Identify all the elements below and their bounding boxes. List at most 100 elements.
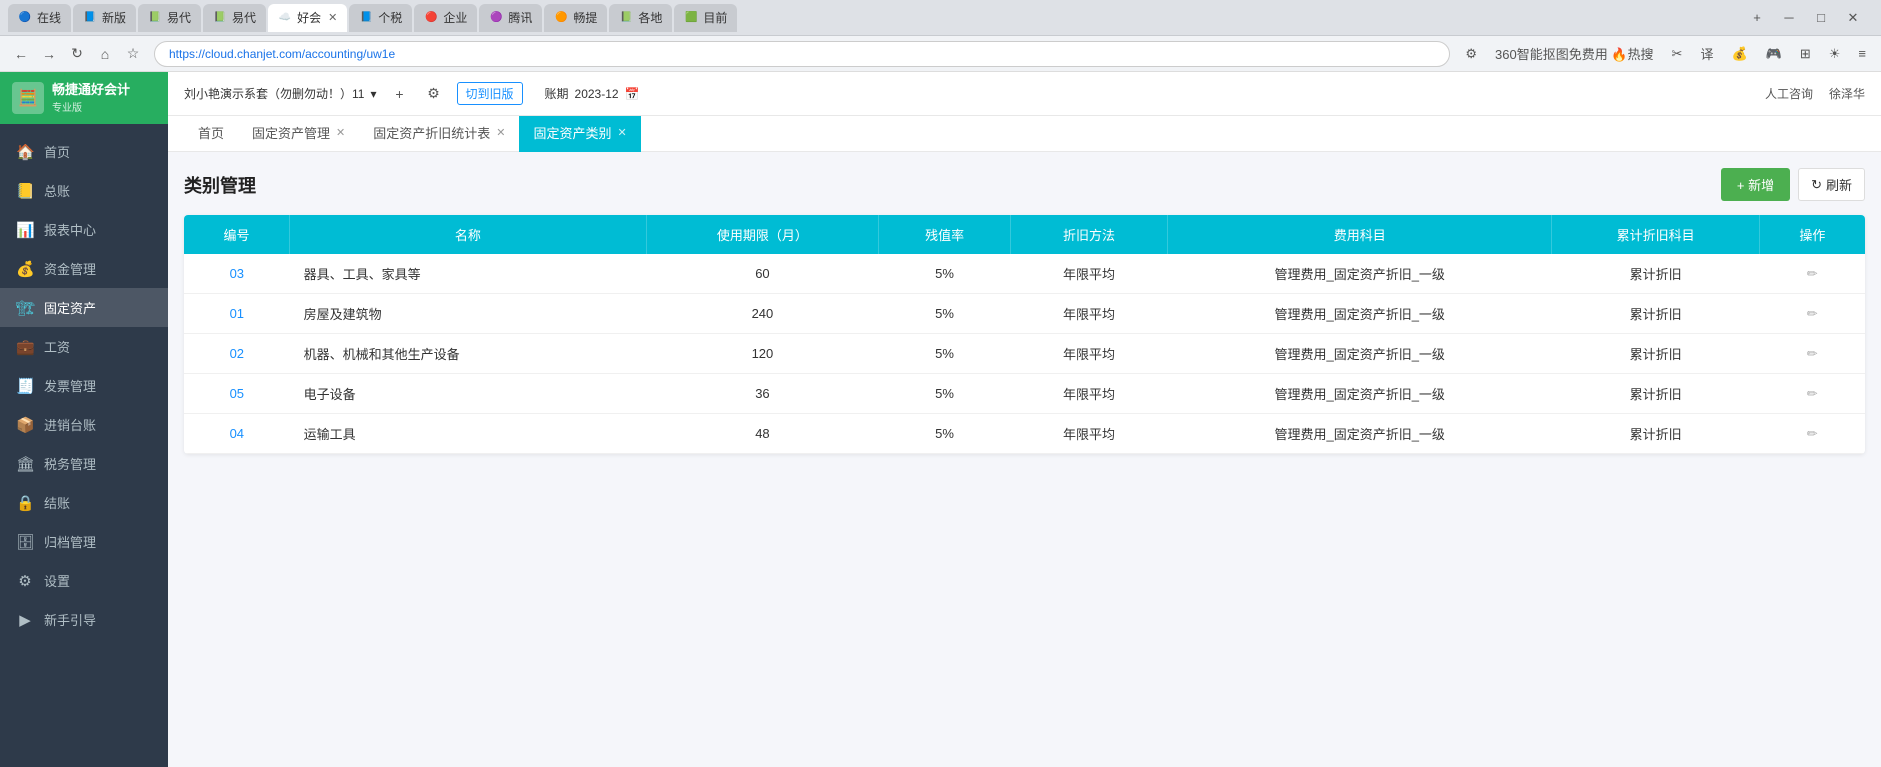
edit-icon[interactable]: ✏ xyxy=(1807,386,1818,401)
translate-icon[interactable]: 译 xyxy=(1695,42,1718,65)
minimize-btn[interactable]: ─ xyxy=(1777,6,1801,30)
settings-icon: ⚙ xyxy=(16,572,34,590)
browser-tab-t8[interactable]: 🟣腾讯 xyxy=(479,4,542,32)
new-tab-btn[interactable]: + xyxy=(1745,6,1769,30)
browser-tab-t1[interactable]: 🔵在线 xyxy=(8,4,71,32)
browser-tab-t2[interactable]: 📘新版 xyxy=(73,4,136,32)
home-nav-btn[interactable]: ⌂ xyxy=(94,43,116,65)
back-btn[interactable]: ← xyxy=(10,43,32,65)
col-header-1: 名称 xyxy=(290,215,647,254)
edit-icon[interactable]: ✏ xyxy=(1807,266,1818,281)
sidebar-item-tax[interactable]: 🏛税务管理 xyxy=(0,444,168,483)
tab-label: 好会 xyxy=(297,9,321,26)
table-row: 03器具、工具、家具等605%年限平均管理费用_固定资产折旧_一级累计折旧✏ xyxy=(184,254,1865,294)
period-info: 账期 2023-12 📅 xyxy=(545,85,640,102)
cell-method: 年限平均 xyxy=(1010,294,1167,334)
payroll-icon: 💼 xyxy=(16,338,34,356)
page-tab-label: 固定资产类别 xyxy=(533,123,611,142)
browser-tab-t10[interactable]: 📗各地 xyxy=(609,4,672,32)
sidebar-item-closing[interactable]: 🔒结账 xyxy=(0,483,168,522)
page-tab-tab_category[interactable]: 固定资产类别 ✕ xyxy=(519,116,640,152)
service-label[interactable]: 人工咨询 xyxy=(1765,85,1813,102)
sidebar-label-home: 首页 xyxy=(44,142,70,161)
sidebar-label-tax: 税务管理 xyxy=(44,454,96,473)
sidebar-item-payroll[interactable]: 💼工资 xyxy=(0,327,168,366)
page-tab-label: 固定资产折旧统计表 xyxy=(373,123,490,142)
refresh-nav-btn[interactable]: ↻ xyxy=(66,43,88,65)
cell-expense: 管理费用_固定资产折旧_一级 xyxy=(1167,334,1552,374)
edit-icon[interactable]: ✏ xyxy=(1807,306,1818,321)
add-company-btn[interactable]: + xyxy=(389,83,411,105)
cell-expense: 管理费用_固定资产折旧_一级 xyxy=(1167,294,1552,334)
col-header-4: 折旧方法 xyxy=(1010,215,1167,254)
cell-code: 04 xyxy=(184,414,290,454)
tab-close-icon[interactable]: ✕ xyxy=(328,11,337,24)
browser-tab-t7[interactable]: 🔴企业 xyxy=(414,4,477,32)
page-tab-tab_home[interactable]: 首页 xyxy=(184,116,238,152)
page-tab-close-icon[interactable]: ✕ xyxy=(618,126,627,139)
tab-label: 在线 xyxy=(37,9,61,26)
tab-favicon: ☁️ xyxy=(278,11,292,25)
refresh-btn[interactable]: ↻ 刷新 xyxy=(1798,168,1865,201)
page-header: 类别管理 + 新增 ↻ 刷新 xyxy=(184,168,1865,201)
game-icon[interactable]: 🎮 xyxy=(1761,44,1787,64)
home-icon: 🏠 xyxy=(16,143,34,161)
page-tab-tab_mgmt[interactable]: 固定资产管理✕ xyxy=(238,116,359,152)
tab-favicon: 🟩 xyxy=(684,11,698,25)
cell-edit[interactable]: ✏ xyxy=(1759,334,1865,374)
sidebar-item-settings[interactable]: ⚙设置 xyxy=(0,561,168,600)
wallet-icon[interactable]: 💰 xyxy=(1726,44,1752,64)
page-tab-tab_depreciation[interactable]: 固定资产折旧统计表 ✕ xyxy=(359,116,519,152)
cell-edit[interactable]: ✏ xyxy=(1759,294,1865,334)
browser-tab-t6[interactable]: 📘个税 xyxy=(349,4,412,32)
browser-tab-t11[interactable]: 🟩目前 xyxy=(674,4,737,32)
page-tab-close-icon[interactable]: ✕ xyxy=(496,126,505,139)
cell-residual: 5% xyxy=(879,374,1011,414)
theme-icon[interactable]: ☀ xyxy=(1824,44,1846,64)
sidebar-item-invoice[interactable]: 🧾发票管理 xyxy=(0,366,168,405)
maximize-btn[interactable]: □ xyxy=(1809,6,1833,30)
bookmark-btn[interactable]: ☆ xyxy=(122,43,144,65)
sidebar-item-guide[interactable]: ▶新手引导 xyxy=(0,600,168,639)
calendar-icon[interactable]: 📅 xyxy=(625,87,640,101)
forward-btn[interactable]: → xyxy=(38,43,60,65)
browser-tab-t9[interactable]: 🟠畅提 xyxy=(544,4,607,32)
edit-icon[interactable]: ✏ xyxy=(1807,426,1818,441)
close-btn[interactable]: ✕ xyxy=(1841,6,1865,30)
cell-edit[interactable]: ✏ xyxy=(1759,374,1865,414)
sidebar-item-inventory[interactable]: 📦进销台账 xyxy=(0,405,168,444)
cell-accumulated: 累计折旧 xyxy=(1552,334,1759,374)
browser-tab-t3[interactable]: 📗易代 xyxy=(138,4,201,32)
cell-months: 48 xyxy=(646,414,879,454)
cell-name: 机器、机械和其他生产设备 xyxy=(290,334,647,374)
sidebar-item-archive[interactable]: 🗄归档管理 xyxy=(0,522,168,561)
cell-expense: 管理费用_固定资产折旧_一级 xyxy=(1167,374,1552,414)
switch-version-btn[interactable]: 切到旧版 xyxy=(457,82,523,105)
top-right-actions: 人工咨询 徐泽华 xyxy=(1765,85,1865,102)
sidebar-item-reports[interactable]: 📊报表中心 xyxy=(0,210,168,249)
dropdown-arrow[interactable]: ▾ xyxy=(370,87,376,101)
address-input[interactable] xyxy=(154,41,1450,67)
menu-icon[interactable]: ≡ xyxy=(1853,44,1871,63)
tab-list: 🔵在线📘新版📗易代📗易代☁️好会✕📘个税🔴企业🟣腾讯🟠畅提📗各地🟩目前 xyxy=(8,4,1741,32)
browser-tab-t4[interactable]: 📗易代 xyxy=(203,4,266,32)
edit-icon[interactable]: ✏ xyxy=(1807,346,1818,361)
page-tab-close-icon[interactable]: ✕ xyxy=(336,126,345,139)
cell-edit[interactable]: ✏ xyxy=(1759,414,1865,454)
sidebar-item-funds[interactable]: 💰资金管理 xyxy=(0,249,168,288)
add-category-btn[interactable]: + 新增 xyxy=(1721,168,1790,201)
extensions-icon[interactable]: ⚙ xyxy=(1460,44,1482,64)
user-avatar-label[interactable]: 徐泽华 xyxy=(1829,85,1865,102)
period-label: 账期 xyxy=(545,85,569,102)
grid-icon[interactable]: ⊞ xyxy=(1795,44,1816,64)
archive-icon: 🗄 xyxy=(16,533,34,551)
sidebar-item-fixed[interactable]: 🏗固定资产 xyxy=(0,288,168,327)
browser-tab-t5[interactable]: ☁️ 好会 ✕ xyxy=(268,4,347,32)
cell-edit[interactable]: ✏ xyxy=(1759,254,1865,294)
sidebar-item-home[interactable]: 🏠 首页 xyxy=(0,132,168,171)
tab-favicon: 📗 xyxy=(213,11,227,25)
sidebar-item-ledger[interactable]: 📒总账 xyxy=(0,171,168,210)
cell-residual: 5% xyxy=(879,254,1011,294)
settings-btn[interactable]: ⚙ xyxy=(423,83,445,105)
cut-icon[interactable]: ✂ xyxy=(1667,44,1688,64)
